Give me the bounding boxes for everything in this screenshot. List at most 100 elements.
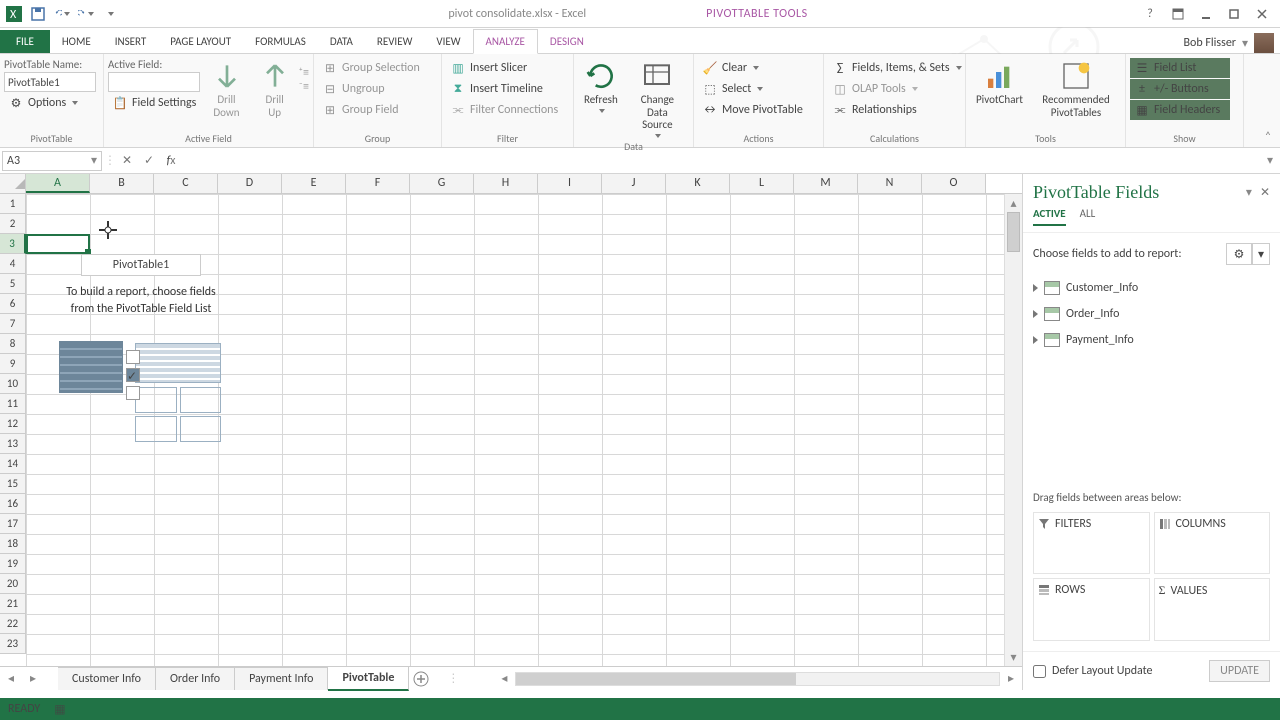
collapse-ribbon-icon[interactable]: ˄ <box>1260 129 1276 145</box>
tab-analyze[interactable]: ANALYZE <box>473 29 538 54</box>
expand-field-icon[interactable]: ⁺≡ <box>299 66 309 80</box>
row-header[interactable]: 21 <box>0 594 26 614</box>
enter-formula-icon[interactable]: ✓ <box>138 151 160 171</box>
sheet-tab-payment[interactable]: Payment Info <box>235 667 328 690</box>
row-header[interactable]: 18 <box>0 534 26 554</box>
insert-timeline-button[interactable]: ⧗Insert Timeline <box>446 79 562 99</box>
undo-icon[interactable] <box>54 6 70 22</box>
add-sheet-button[interactable] <box>409 671 433 687</box>
tab-data[interactable]: DATA <box>318 30 365 53</box>
field-headers-toggle[interactable]: ▦Field Headers <box>1130 100 1230 120</box>
close-icon[interactable] <box>1250 4 1274 24</box>
col-header[interactable]: I <box>538 174 602 193</box>
recommended-pt-button[interactable]: Recommended PivotTables <box>1031 56 1121 119</box>
filter-connections-button[interactable]: ⫘Filter Connections <box>446 100 562 120</box>
tab-page-layout[interactable]: PAGE LAYOUT <box>158 30 243 53</box>
col-header[interactable]: J <box>602 174 666 193</box>
move-pt-button[interactable]: ↔Move PivotTable <box>698 100 807 120</box>
col-header[interactable]: C <box>154 174 218 193</box>
active-field-input[interactable] <box>108 72 200 92</box>
sheet-tab-customer[interactable]: Customer Info <box>58 667 156 690</box>
row-header[interactable]: 9 <box>0 354 26 374</box>
pane-tab-all[interactable]: ALL <box>1080 207 1096 226</box>
sheet-tab-order[interactable]: Order Info <box>156 667 235 690</box>
fx-icon[interactable]: fx <box>160 151 182 171</box>
options-button[interactable]: ⚙Options <box>4 93 96 113</box>
tab-home[interactable]: HOME <box>50 30 103 53</box>
redo-icon[interactable] <box>78 6 94 22</box>
sheet-tab-pivot[interactable]: PivotTable <box>328 666 409 691</box>
pane-tools-icon[interactable]: ⚙ <box>1226 243 1252 265</box>
insert-slicer-button[interactable]: ▥Insert Slicer <box>446 58 562 78</box>
row-header[interactable]: 3 <box>0 234 26 254</box>
tab-file[interactable]: FILE <box>0 30 50 53</box>
pane-tab-active[interactable]: ACTIVE <box>1033 207 1066 226</box>
field-settings-button[interactable]: 📋Field Settings <box>108 93 200 113</box>
sheet-nav-prev[interactable]: ◂ <box>0 668 22 690</box>
row-header[interactable]: 13 <box>0 434 26 454</box>
col-header[interactable]: L <box>730 174 794 193</box>
pane-close-icon[interactable]: ✕ <box>1260 185 1270 200</box>
macro-record-icon[interactable]: ▦ <box>54 702 65 717</box>
row-header[interactable]: 15 <box>0 474 26 494</box>
change-data-source-button[interactable]: Change Data Source <box>626 56 689 138</box>
refresh-button[interactable]: Refresh <box>578 56 624 113</box>
row-header[interactable]: 7 <box>0 314 26 334</box>
col-header[interactable]: K <box>666 174 730 193</box>
pivotchart-button[interactable]: PivotChart <box>970 56 1029 107</box>
drill-down-button[interactable]: Drill Down <box>202 56 250 119</box>
area-columns[interactable]: COLUMNS <box>1154 512 1271 575</box>
row-header[interactable]: 14 <box>0 454 26 474</box>
fields-items-sets-button[interactable]: ∑Fields, Items, & Sets <box>828 58 966 78</box>
pane-dropdown-icon[interactable]: ▾ <box>1246 185 1252 200</box>
row-header[interactable]: 19 <box>0 554 26 574</box>
horizontal-scrollbar[interactable]: ◂▸ <box>493 668 1022 690</box>
row-header[interactable]: 10 <box>0 374 26 394</box>
area-values[interactable]: ΣVALUES <box>1154 578 1271 641</box>
row-header[interactable]: 22 <box>0 614 26 634</box>
area-filters[interactable]: FILTERS <box>1033 512 1150 575</box>
row-header[interactable]: 17 <box>0 514 26 534</box>
relationships-button[interactable]: ⫘Relationships <box>828 100 966 120</box>
pt-name-input[interactable] <box>4 72 96 92</box>
cancel-formula-icon[interactable]: ✕ <box>116 151 138 171</box>
row-header[interactable]: 5 <box>0 274 26 294</box>
tab-insert[interactable]: INSERT <box>103 30 159 53</box>
col-header[interactable]: E <box>282 174 346 193</box>
row-header[interactable]: 6 <box>0 294 26 314</box>
col-header[interactable]: N <box>858 174 922 193</box>
tab-review[interactable]: REVIEW <box>365 30 425 53</box>
vertical-scrollbar[interactable]: ▴▾ <box>1004 194 1022 666</box>
maximize-icon[interactable] <box>1222 4 1246 24</box>
row-header[interactable]: 8 <box>0 334 26 354</box>
qat-customize-icon[interactable] <box>102 6 118 22</box>
defer-checkbox[interactable] <box>1033 665 1046 678</box>
field-customer-info[interactable]: Customer_Info <box>1031 275 1272 301</box>
col-header[interactable]: M <box>794 174 858 193</box>
col-header[interactable]: G <box>410 174 474 193</box>
update-button[interactable]: UPDATE <box>1209 660 1270 682</box>
save-icon[interactable] <box>30 6 46 22</box>
row-header[interactable]: 23 <box>0 634 26 654</box>
row-header[interactable]: 12 <box>0 414 26 434</box>
user-name[interactable]: Bob Flisser <box>1184 36 1236 50</box>
ungroup-button[interactable]: ⊟Ungroup <box>318 79 424 99</box>
select-button[interactable]: ⬚Select <box>698 79 807 99</box>
minimize-icon[interactable] <box>1194 4 1218 24</box>
col-header[interactable]: D <box>218 174 282 193</box>
tab-design[interactable]: DESIGN <box>538 30 596 53</box>
group-selection-button[interactable]: ⊞Group Selection <box>318 58 424 78</box>
field-list-toggle[interactable]: ☰Field List <box>1130 58 1230 78</box>
tab-view[interactable]: VIEW <box>424 30 472 53</box>
pane-tools-dropdown[interactable]: ▾ <box>1252 243 1270 265</box>
olap-tools-button[interactable]: ◫OLAP Tools <box>828 79 966 99</box>
row-header[interactable]: 4 <box>0 254 26 274</box>
select-all-corner[interactable] <box>0 174 26 193</box>
active-cell[interactable] <box>26 234 90 254</box>
formula-input[interactable] <box>182 151 1260 171</box>
drill-up-button[interactable]: Drill Up <box>253 56 297 119</box>
field-payment-info[interactable]: Payment_Info <box>1031 327 1272 353</box>
row-header[interactable]: 20 <box>0 574 26 594</box>
row-header[interactable]: 1 <box>0 194 26 214</box>
row-header[interactable]: 2 <box>0 214 26 234</box>
